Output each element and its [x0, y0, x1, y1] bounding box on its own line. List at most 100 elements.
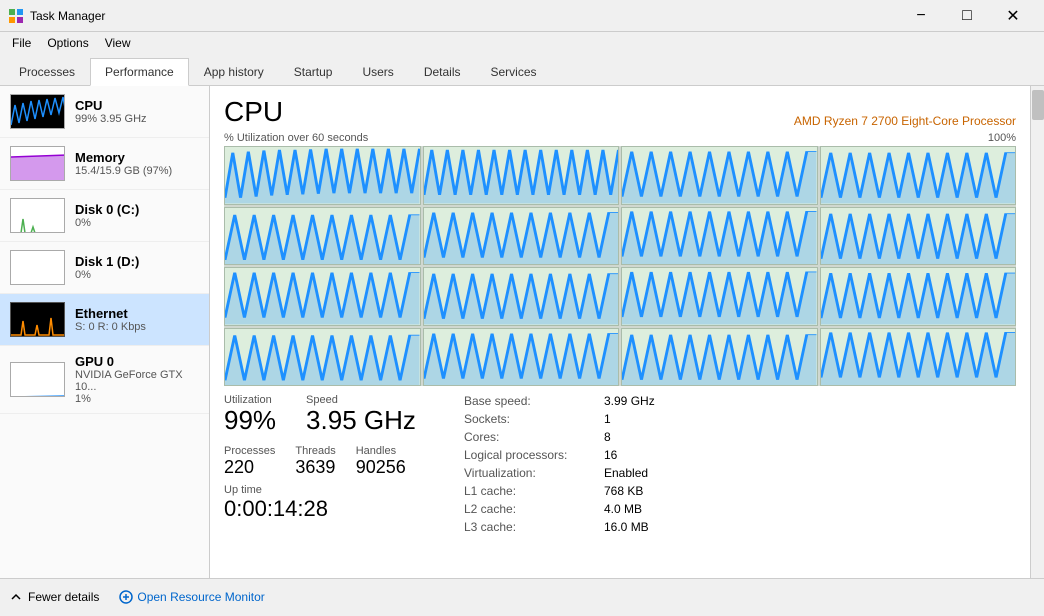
detail-val-virt: Enabled: [604, 466, 648, 480]
ethernet-name: Ethernet: [75, 306, 199, 321]
window-controls: − □ ✕: [898, 0, 1036, 32]
resource-monitor-icon: [119, 590, 133, 604]
uptime-value: 0:00:14:28: [224, 496, 444, 522]
disk0-name: Disk 0 (C:): [75, 202, 199, 217]
detail-val-sockets: 1: [604, 412, 611, 426]
disk0-info: Disk 0 (C:) 0%: [75, 202, 199, 229]
tab-details[interactable]: Details: [409, 58, 476, 85]
uptime-group: Up time 0:00:14:28: [224, 484, 444, 522]
main-panel: CPU 99% 3.95 GHz Memory 15.4/15.9 GB (97…: [0, 86, 1044, 578]
maximize-button[interactable]: □: [944, 0, 990, 32]
speed-value: 3.95 GHz: [306, 406, 416, 435]
ethernet-detail: S: 0 R: 0 Kbps: [75, 321, 199, 333]
tab-services[interactable]: Services: [476, 58, 552, 85]
cpu-core-1: [224, 146, 421, 205]
cpu-core-12: [820, 267, 1017, 326]
gpu-detail: NVIDIA GeForce GTX 10...: [75, 369, 199, 393]
content-panel: CPU AMD Ryzen 7 2700 Eight-Core Processo…: [210, 86, 1030, 578]
close-button[interactable]: ✕: [990, 0, 1036, 32]
utilization-value: 99%: [224, 406, 276, 435]
title-bar: Task Manager − □ ✕: [0, 0, 1044, 32]
sidebar-item-disk1[interactable]: Disk 1 (D:) 0%: [0, 242, 209, 294]
detail-logical: Logical processors: 16: [464, 448, 1016, 462]
chart-labels: % Utilization over 60 seconds 100%: [224, 132, 1016, 144]
detail-key-l1: L1 cache:: [464, 484, 604, 498]
window-title: Task Manager: [30, 9, 898, 23]
scrollbar-thumb[interactable]: [1032, 90, 1044, 120]
disk1-info: Disk 1 (D:) 0%: [75, 254, 199, 281]
cpu-core-5: [224, 207, 421, 266]
tab-performance[interactable]: Performance: [90, 58, 189, 86]
utilization-group: Utilization 99%: [224, 394, 276, 435]
cpu-core-2: [423, 146, 620, 205]
cpu-core-10: [423, 267, 620, 326]
cpu-info: CPU 99% 3.95 GHz: [75, 98, 199, 125]
sidebar-item-memory[interactable]: Memory 15.4/15.9 GB (97%): [0, 138, 209, 190]
cpu-core-4: [820, 146, 1017, 205]
cpu-chart-grid: // Generate 16 wave cells function makeW…: [224, 146, 1016, 386]
tab-users[interactable]: Users: [347, 58, 408, 85]
tab-startup[interactable]: Startup: [279, 58, 348, 85]
disk1-name: Disk 1 (D:): [75, 254, 199, 269]
open-resource-monitor-link[interactable]: Open Resource Monitor: [119, 590, 264, 604]
gpu-detail2: 1%: [75, 393, 199, 405]
gpu-info: GPU 0 NVIDIA GeForce GTX 10... 1%: [75, 354, 199, 405]
tab-app-history[interactable]: App history: [189, 58, 279, 85]
detail-l2: L2 cache: 4.0 MB: [464, 502, 1016, 516]
menu-view[interactable]: View: [97, 34, 139, 52]
stats-section: Utilization 99% Speed 3.95 GHz Processes…: [224, 394, 1016, 538]
process-stats-row: Processes 220 Threads 3639 Handles 90256: [224, 445, 444, 478]
cpu-core-9: [224, 267, 421, 326]
detail-sockets: Sockets: 1: [464, 412, 1016, 426]
detail-val-logical: 16: [604, 448, 617, 462]
detail-key-virt: Virtualization:: [464, 466, 604, 480]
fewer-details-button[interactable]: Fewer details: [10, 590, 99, 604]
processes-label: Processes: [224, 445, 275, 457]
cpu-mini-chart: [10, 94, 65, 129]
detail-key-sockets: Sockets:: [464, 412, 604, 426]
processes-group: Processes 220: [224, 445, 275, 478]
sidebar-item-cpu[interactable]: CPU 99% 3.95 GHz: [0, 86, 209, 138]
sidebar-item-disk0[interactable]: Disk 0 (C:) 0%: [0, 190, 209, 242]
uptime-label: Up time: [224, 484, 444, 496]
disk0-mini-chart: [10, 198, 65, 233]
processes-value: 220: [224, 457, 275, 478]
memory-name: Memory: [75, 150, 199, 165]
minimize-button[interactable]: −: [898, 0, 944, 32]
cpu-core-3: [621, 146, 818, 205]
speed-group: Speed 3.95 GHz: [306, 394, 416, 435]
cpu-header: CPU AMD Ryzen 7 2700 Eight-Core Processo…: [224, 96, 1016, 128]
cpu-core-16: [820, 328, 1017, 387]
detail-cores: Cores: 8: [464, 430, 1016, 444]
detail-key-l3: L3 cache:: [464, 520, 604, 534]
bottom-bar: Fewer details Open Resource Monitor: [0, 578, 1044, 614]
cpu-core-15: [621, 328, 818, 387]
detail-key-basespeed: Base speed:: [464, 394, 604, 408]
app-icon: [8, 8, 24, 24]
menu-options[interactable]: Options: [39, 34, 96, 52]
threads-group: Threads 3639: [295, 445, 335, 478]
memory-detail: 15.4/15.9 GB (97%): [75, 165, 199, 177]
chart-label-left: % Utilization over 60 seconds: [224, 132, 368, 144]
chart-label-right: 100%: [988, 132, 1016, 144]
detail-basespeed: Base speed: 3.99 GHz: [464, 394, 1016, 408]
handles-label: Handles: [356, 445, 406, 457]
tab-bar: Processes Performance App history Startu…: [0, 54, 1044, 86]
ethernet-mini-chart: [10, 302, 65, 337]
cpu-title: CPU: [224, 96, 283, 128]
detail-l3: L3 cache: 16.0 MB: [464, 520, 1016, 534]
cpu-detail: 99% 3.95 GHz: [75, 113, 199, 125]
sidebar-item-gpu[interactable]: GPU 0 NVIDIA GeForce GTX 10... 1%: [0, 346, 209, 414]
sidebar-item-ethernet[interactable]: Ethernet S: 0 R: 0 Kbps: [0, 294, 209, 346]
cpu-core-7: [621, 207, 818, 266]
cpu-core-8: [820, 207, 1017, 266]
scrollbar[interactable]: [1030, 86, 1044, 578]
detail-key-cores: Cores:: [464, 430, 604, 444]
threads-value: 3639: [295, 457, 335, 478]
cpu-core-13: [224, 328, 421, 387]
sidebar: CPU 99% 3.95 GHz Memory 15.4/15.9 GB (97…: [0, 86, 210, 578]
detail-val-cores: 8: [604, 430, 611, 444]
tab-processes[interactable]: Processes: [4, 58, 90, 85]
handles-value: 90256: [356, 457, 406, 478]
menu-file[interactable]: File: [4, 34, 39, 52]
